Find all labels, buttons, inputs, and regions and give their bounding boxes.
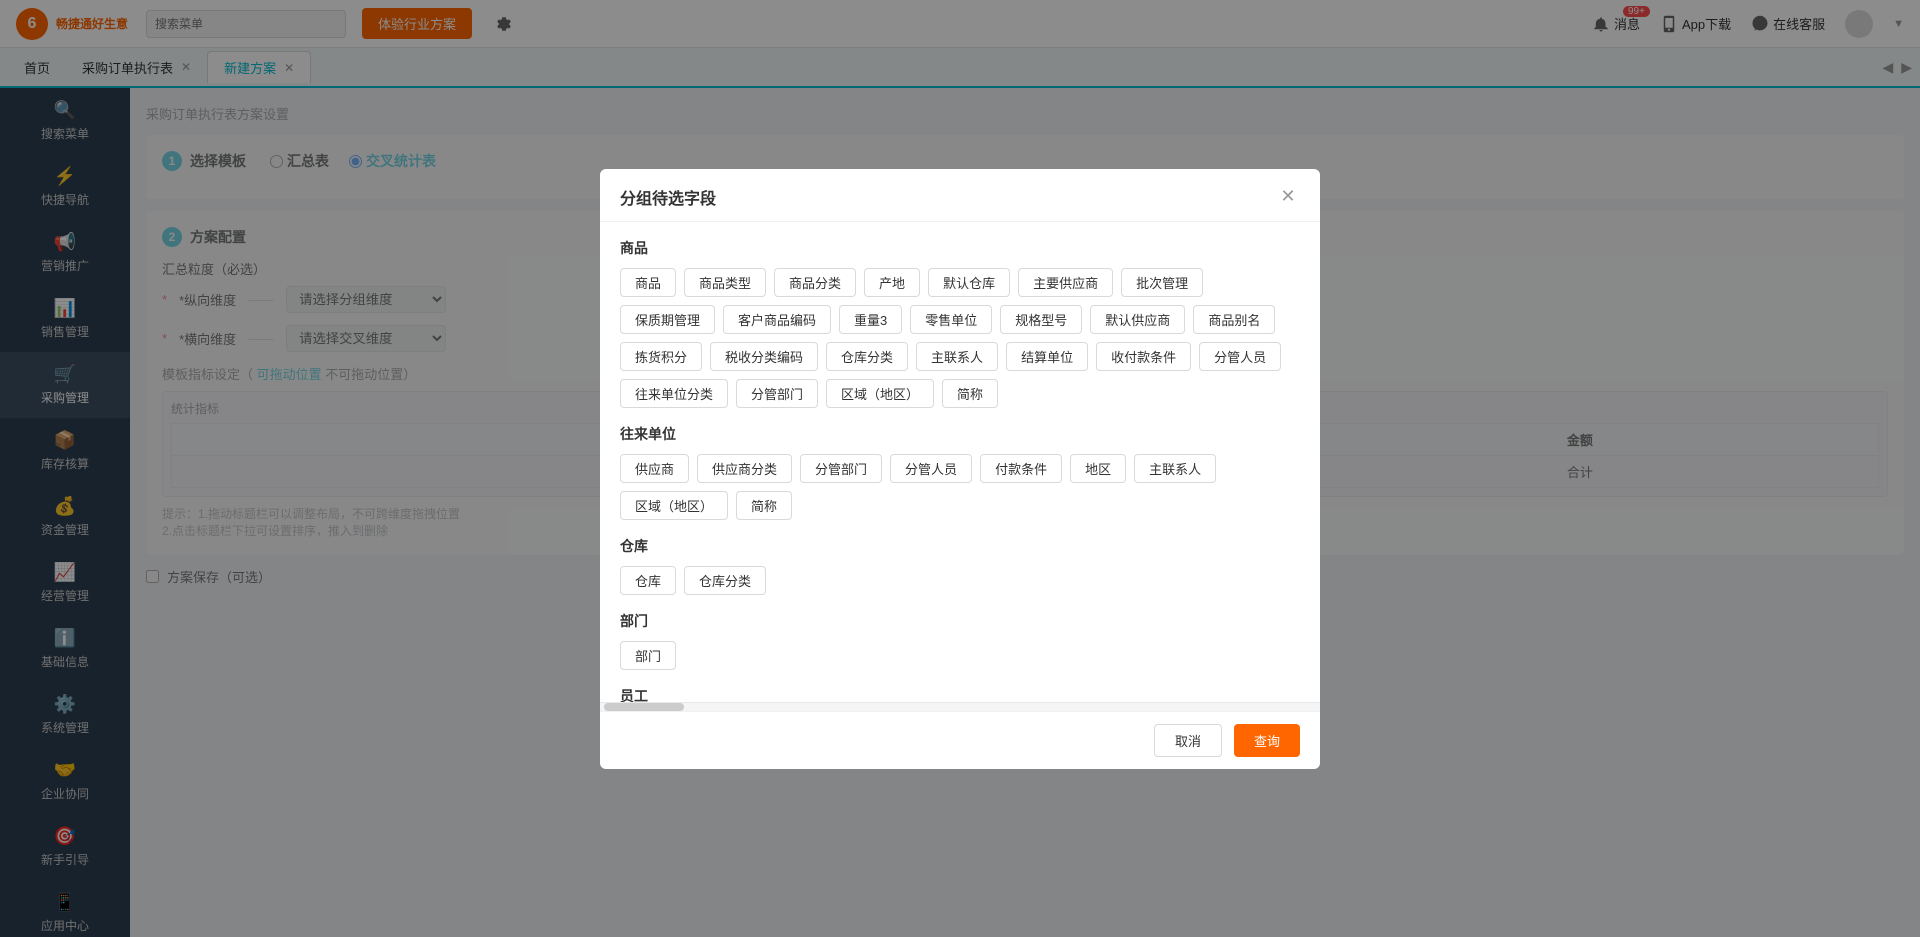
field-region-product[interactable]: 区域（地区） bbox=[826, 379, 934, 408]
section-dept-title: 部门 bbox=[620, 611, 1300, 631]
field-abbr-product[interactable]: 简称 bbox=[942, 379, 998, 408]
field-batch-mgmt[interactable]: 批次管理 bbox=[1121, 268, 1203, 297]
section-employee-title: 员工 bbox=[620, 686, 1300, 702]
field-pick-points[interactable]: 拣货积分 bbox=[620, 342, 702, 371]
confirm-button[interactable]: 查询 bbox=[1234, 724, 1300, 757]
partner-fields: 供应商 供应商分类 分管部门 分管人员 付款条件 地区 主联系人 区域（地区） … bbox=[620, 454, 1300, 520]
field-region-partner2[interactable]: 区域（地区） bbox=[620, 491, 728, 520]
modal-hscroll[interactable] bbox=[600, 702, 1320, 711]
field-warehouse[interactable]: 仓库 bbox=[620, 566, 676, 595]
modal-body: 商品 商品 商品类型 商品分类 产地 默认仓库 主要供应商 批次管理 保质期管理… bbox=[600, 222, 1320, 702]
modal-title: 分组待选字段 bbox=[620, 185, 716, 209]
field-customer-code[interactable]: 客户商品编码 bbox=[723, 305, 831, 334]
field-weight3[interactable]: 重量3 bbox=[839, 305, 902, 334]
field-product-type[interactable]: 商品类型 bbox=[684, 268, 766, 297]
field-payment-terms[interactable]: 收付款条件 bbox=[1096, 342, 1191, 371]
product-fields: 商品 商品类型 商品分类 产地 默认仓库 主要供应商 批次管理 保质期管理 客户… bbox=[620, 268, 1300, 408]
section-partner-title: 往来单位 bbox=[620, 424, 1300, 444]
field-supervisor[interactable]: 分管人员 bbox=[1199, 342, 1281, 371]
field-origin[interactable]: 产地 bbox=[864, 268, 920, 297]
section-warehouse: 仓库 仓库 仓库分类 bbox=[620, 536, 1300, 595]
field-supplier[interactable]: 供应商 bbox=[620, 454, 689, 483]
field-partner-category[interactable]: 往来单位分类 bbox=[620, 379, 728, 408]
modal-footer: 取消 查询 bbox=[600, 711, 1320, 769]
section-dept: 部门 部门 bbox=[620, 611, 1300, 670]
section-employee: 员工 业务员 bbox=[620, 686, 1300, 702]
field-main-contact2[interactable]: 主联系人 bbox=[1134, 454, 1216, 483]
field-settlement-unit[interactable]: 结算单位 bbox=[1006, 342, 1088, 371]
field-supervisor2[interactable]: 分管人员 bbox=[890, 454, 972, 483]
field-warehouse-category[interactable]: 仓库分类 bbox=[826, 342, 908, 371]
field-main-contact[interactable]: 主联系人 bbox=[916, 342, 998, 371]
section-product: 商品 商品 商品类型 商品分类 产地 默认仓库 主要供应商 批次管理 保质期管理… bbox=[620, 238, 1300, 408]
field-product-alias[interactable]: 商品别名 bbox=[1193, 305, 1275, 334]
section-product-title: 商品 bbox=[620, 238, 1300, 258]
field-supplier-category[interactable]: 供应商分类 bbox=[697, 454, 792, 483]
field-warehouse-category2[interactable]: 仓库分类 bbox=[684, 566, 766, 595]
warehouse-fields: 仓库 仓库分类 bbox=[620, 566, 1300, 595]
field-payment-terms2[interactable]: 付款条件 bbox=[980, 454, 1062, 483]
section-warehouse-title: 仓库 bbox=[620, 536, 1300, 556]
field-spec-model[interactable]: 规格型号 bbox=[1000, 305, 1082, 334]
field-default-warehouse[interactable]: 默认仓库 bbox=[928, 268, 1010, 297]
field-dept-managed[interactable]: 分管部门 bbox=[736, 379, 818, 408]
modal-overlay: 分组待选字段 ✕ 商品 商品 商品类型 商品分类 产地 默认仓库 主要供应商 批… bbox=[0, 0, 1920, 937]
field-main-supplier[interactable]: 主要供应商 bbox=[1018, 268, 1113, 297]
field-product[interactable]: 商品 bbox=[620, 268, 676, 297]
section-partner: 往来单位 供应商 供应商分类 分管部门 分管人员 付款条件 地区 主联系人 区域… bbox=[620, 424, 1300, 520]
field-product-category[interactable]: 商品分类 bbox=[774, 268, 856, 297]
modal-header: 分组待选字段 ✕ bbox=[600, 169, 1320, 222]
field-expiry-mgmt[interactable]: 保质期管理 bbox=[620, 305, 715, 334]
field-abbr-partner[interactable]: 简称 bbox=[736, 491, 792, 520]
field-region-partner[interactable]: 地区 bbox=[1070, 454, 1126, 483]
field-retail-unit[interactable]: 零售单位 bbox=[910, 305, 992, 334]
field-tax-code[interactable]: 税收分类编码 bbox=[710, 342, 818, 371]
modal-close-btn[interactable]: ✕ bbox=[1276, 185, 1300, 209]
modal: 分组待选字段 ✕ 商品 商品 商品类型 商品分类 产地 默认仓库 主要供应商 批… bbox=[600, 169, 1320, 769]
modal-hscroll-thumb[interactable] bbox=[604, 703, 684, 711]
field-dept[interactable]: 部门 bbox=[620, 641, 676, 670]
field-default-supplier[interactable]: 默认供应商 bbox=[1090, 305, 1185, 334]
dept-fields: 部门 bbox=[620, 641, 1300, 670]
cancel-button[interactable]: 取消 bbox=[1154, 724, 1222, 757]
field-dept-managed2[interactable]: 分管部门 bbox=[800, 454, 882, 483]
